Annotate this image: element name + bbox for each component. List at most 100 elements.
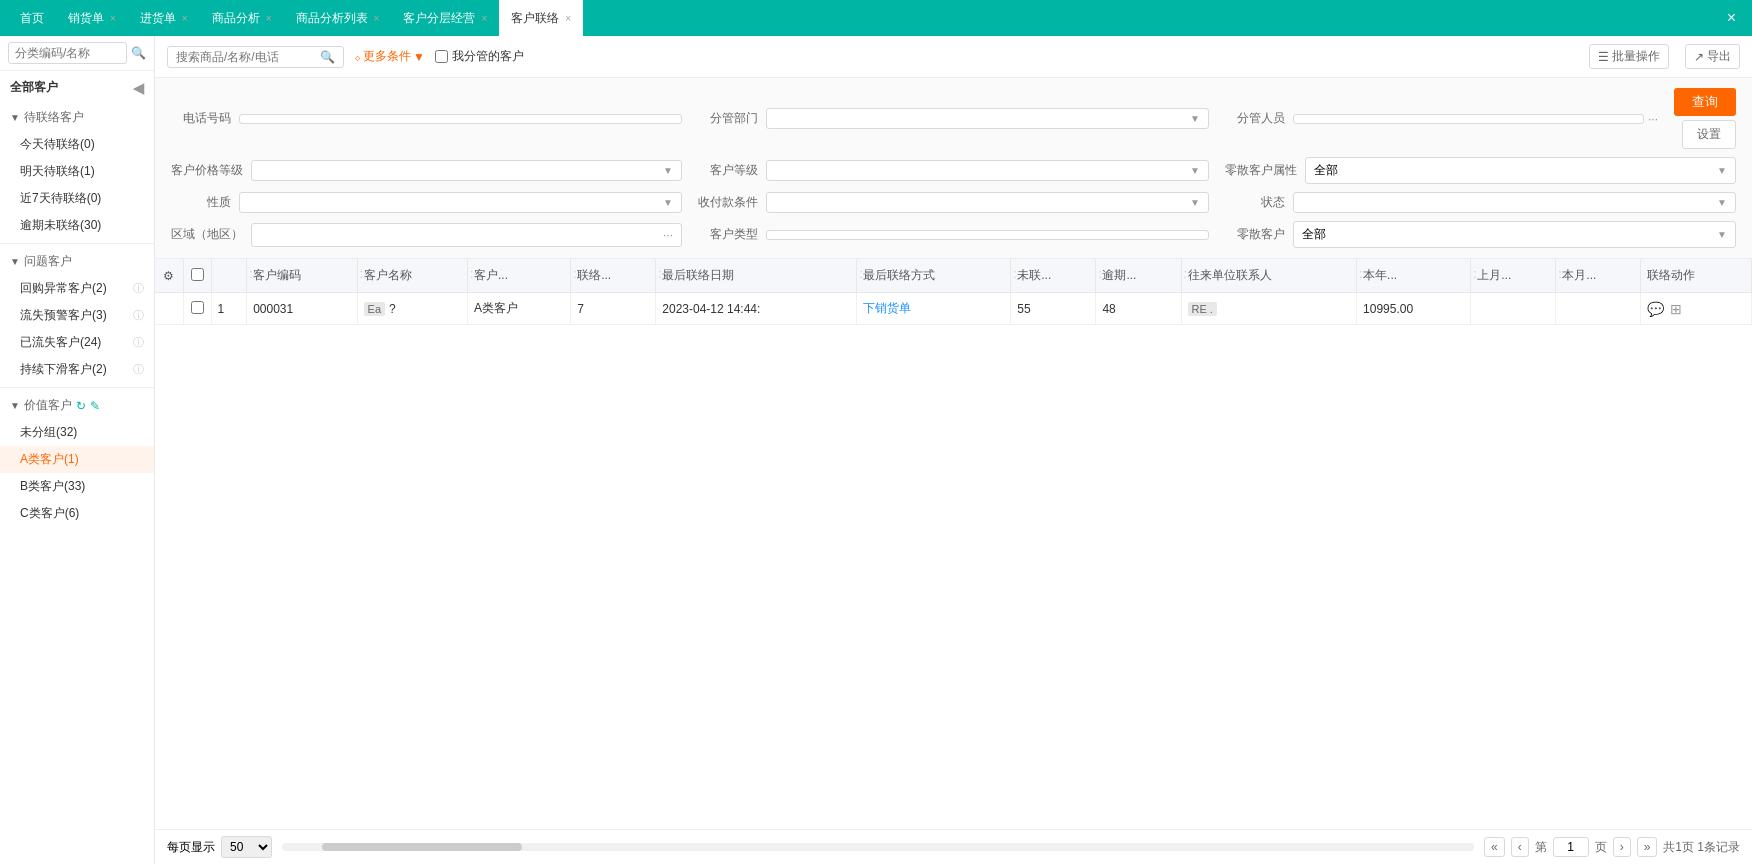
window-close-icon[interactable]: ×	[1719, 9, 1744, 27]
tab-home[interactable]: 首页	[8, 0, 56, 36]
pay-input[interactable]: ▼	[766, 192, 1209, 213]
sidebar-item-ungroup[interactable]: 未分组(32)	[0, 419, 154, 446]
per-page-label: 每页显示	[167, 839, 215, 856]
link-icon[interactable]: ⊞	[1670, 301, 1682, 317]
th-level: 客户...	[467, 259, 570, 293]
tab-home-label: 首页	[20, 10, 44, 27]
customer-type-input[interactable]	[766, 230, 1209, 240]
retail-attr-input[interactable]: 全部 ▼	[1305, 157, 1736, 184]
retail-customer-value: 全部	[1302, 226, 1326, 243]
first-page-btn[interactable]: «	[1484, 837, 1505, 857]
main-content: 🔍 ⬦ 更多条件 ▼ 我分管的客户 ☰ 批量操作 ↗ 导出	[155, 36, 1752, 864]
person-input[interactable]	[1293, 114, 1644, 124]
tab-purchase-close[interactable]: ×	[182, 13, 188, 24]
tab-sales[interactable]: 销货单 ×	[56, 0, 128, 36]
person-input-area: ···	[1293, 112, 1658, 126]
price-level-input[interactable]: ▼	[251, 160, 682, 181]
arrow-icon-2: ▼	[10, 256, 20, 267]
phone-input[interactable]	[239, 114, 682, 124]
dept-input[interactable]: ▼	[766, 108, 1209, 129]
dots-icon[interactable]: ···	[1648, 112, 1658, 126]
customer-type-label: 客户类型	[698, 226, 758, 243]
sidebar-item-tomorrow[interactable]: 明天待联络(1)	[0, 158, 154, 185]
my-customers-checkbox-area: 我分管的客户	[435, 48, 524, 65]
tab-sales-close[interactable]: ×	[110, 13, 116, 24]
tab-customer-contact-close[interactable]: ×	[565, 13, 571, 24]
search-input[interactable]	[176, 50, 316, 64]
select-all-checkbox[interactable]	[191, 268, 204, 281]
price-level-label: 客户价格等级	[171, 162, 243, 179]
message-icon[interactable]: 💬	[1647, 301, 1664, 317]
page-total-label: 页	[1595, 839, 1607, 856]
tab-goods-list-close[interactable]: ×	[374, 13, 380, 24]
filter-dept-row: 分管部门 ▼	[698, 88, 1209, 149]
sidebar-collapse-icon[interactable]: ◀	[133, 80, 144, 96]
sidebar-item-declining[interactable]: 持续下滑客户(2) ⓘ	[0, 356, 154, 383]
more-filters-btn[interactable]: ⬦ 更多条件 ▼	[354, 48, 425, 65]
tab-purchase[interactable]: 进货单 ×	[128, 0, 200, 36]
edit-icon[interactable]: ✎	[90, 399, 100, 413]
sidebar-group-problem[interactable]: ▼ 问题客户	[0, 248, 154, 275]
region-input[interactable]: ···	[251, 223, 682, 247]
per-page-area: 每页显示 50 100 200	[167, 836, 272, 858]
query-btn[interactable]: 查询	[1674, 88, 1736, 116]
my-customers-checkbox[interactable]	[435, 50, 448, 63]
sidebar-search-icon[interactable]: 🔍	[131, 46, 146, 60]
row-code: 000031	[247, 293, 357, 325]
tab-customer-contact[interactable]: 客户联络 ×	[499, 0, 583, 36]
refresh-icon[interactable]: ↻	[76, 399, 86, 413]
search-icon[interactable]: 🔍	[320, 50, 335, 64]
export-btn[interactable]: ↗ 导出	[1685, 44, 1740, 69]
retail-customer-label: 零散客户	[1225, 226, 1285, 243]
sidebar-item-b-class[interactable]: B类客户(33)	[0, 473, 154, 500]
tab-goods-analysis[interactable]: 商品分析 ×	[200, 0, 284, 36]
phone-label: 电话号码	[171, 110, 231, 127]
row-last-month	[1471, 293, 1556, 325]
chevron-down-icon: ▼	[413, 50, 425, 64]
customer-level-input[interactable]: ▼	[766, 160, 1209, 181]
tab-customer-contact-label: 客户联络	[511, 10, 559, 27]
sidebar-group-pending[interactable]: ▼ 待联络客户	[0, 104, 154, 131]
chevron-down-icon-retail-cust: ▼	[1717, 229, 1727, 240]
tab-customer-mgmt[interactable]: 客户分层经营 ×	[391, 0, 499, 36]
row-no: 1	[211, 293, 247, 325]
customer-table: ⚙ 客户编码 客户名称 客户... 联络... 最后联络日期 最后联络方式 未联…	[155, 259, 1752, 325]
th-this-month: 本月...	[1556, 259, 1641, 293]
row-checkbox[interactable]	[191, 301, 204, 314]
tab-goods-list[interactable]: 商品分析列表 ×	[284, 0, 392, 36]
per-page-select[interactable]: 50 100 200	[221, 836, 272, 858]
sidebar-search-input[interactable]	[8, 42, 127, 64]
filter-region-row: 区域（地区） ···	[171, 221, 682, 248]
sidebar-item-overdue[interactable]: 逾期未联络(30)	[0, 212, 154, 239]
sidebar-item-7days[interactable]: 近7天待联络(0)	[0, 185, 154, 212]
next-page-btn[interactable]: ›	[1613, 837, 1631, 857]
dots-icon-region[interactable]: ···	[663, 228, 673, 242]
batch-op-btn[interactable]: ☰ 批量操作	[1589, 44, 1669, 69]
sidebar-item-today[interactable]: 今天待联络(0)	[0, 131, 154, 158]
setting-btn[interactable]: 设置	[1682, 120, 1736, 149]
search-box: 🔍	[167, 46, 344, 68]
sidebar-item-abnormal[interactable]: 回购异常客户(2) ⓘ	[0, 275, 154, 302]
sidebar-group-value[interactable]: ▼ 价值客户 ↻ ✎	[0, 392, 154, 419]
tab-sales-label: 销货单	[68, 10, 104, 27]
page-input[interactable]	[1553, 837, 1589, 857]
tab-customer-mgmt-close[interactable]: ×	[481, 13, 487, 24]
filter-status-row: 状态 ▼	[1225, 192, 1736, 213]
horizontal-scrollbar[interactable]	[282, 843, 1474, 851]
sidebar-item-c-class[interactable]: C类客户(6)	[0, 500, 154, 527]
retail-customer-input[interactable]: 全部 ▼	[1293, 221, 1736, 248]
sidebar-item-lost[interactable]: 已流失客户(24) ⓘ	[0, 329, 154, 356]
sidebar-item-a-class[interactable]: A类客户(1)	[0, 446, 154, 473]
th-settings[interactable]: ⚙	[155, 259, 183, 293]
status-input[interactable]: ▼	[1293, 192, 1736, 213]
last-method-link[interactable]: 下销货单	[863, 301, 911, 315]
sidebar-all-customers[interactable]: 全部客户 ◀	[0, 71, 154, 104]
tab-goods-analysis-close[interactable]: ×	[266, 13, 272, 24]
nature-input[interactable]: ▼	[239, 192, 682, 213]
last-page-btn[interactable]: »	[1637, 837, 1658, 857]
customer-level-label: 客户等级	[698, 162, 758, 179]
retail-attr-value: 全部	[1314, 162, 1338, 179]
sidebar: 🔍 全部客户 ◀ ▼ 待联络客户 今天待联络(0) 明天待联络(1) 近7天待联…	[0, 36, 155, 864]
prev-page-btn[interactable]: ‹	[1511, 837, 1529, 857]
sidebar-item-warning[interactable]: 流失预警客户(3) ⓘ	[0, 302, 154, 329]
